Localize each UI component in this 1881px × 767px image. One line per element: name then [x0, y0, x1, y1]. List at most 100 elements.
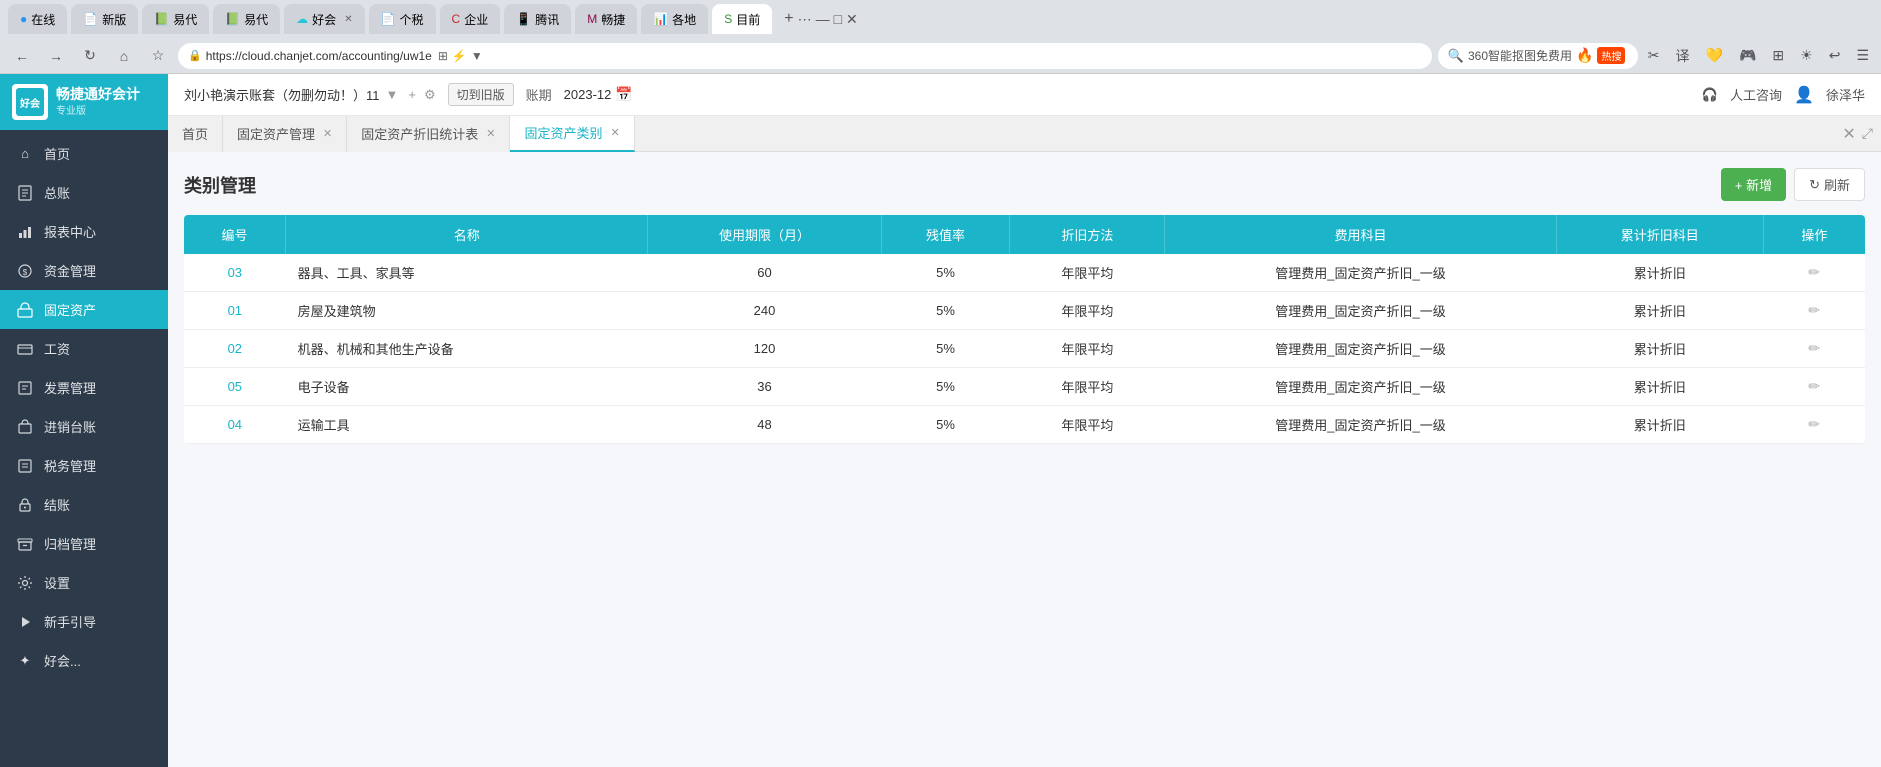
close-content-btn[interactable]: ✕: [1842, 124, 1855, 144]
browser-tab-qiye[interactable]: C 企业: [440, 4, 501, 34]
close-browser-btn[interactable]: ✕: [846, 11, 858, 28]
page-title-row: 类别管理 + 新增 ↻ 刷新: [184, 168, 1865, 201]
search-icon: 🔍: [1448, 48, 1464, 64]
reload-btn[interactable]: ↻: [76, 42, 104, 70]
main-area: 刘小艳演示账套（勿删勿动！）11 ▼ + ⚙ 切到旧版 账期 2023-12 📅…: [168, 74, 1881, 767]
grid-icon[interactable]: ⊞: [1768, 45, 1788, 66]
browser-tab-muqian[interactable]: S 目前: [712, 4, 772, 34]
tab-asset-category[interactable]: 固定资产类别 ✕: [510, 116, 634, 152]
sidebar-item-settings[interactable]: 设置: [0, 563, 168, 602]
sidebar-item-funds[interactable]: $ 资金管理: [0, 251, 168, 290]
calendar-icon[interactable]: 📅: [615, 86, 632, 103]
tab-home[interactable]: 首页: [168, 116, 223, 152]
game-icon[interactable]: 🎮: [1735, 45, 1760, 66]
consult-label[interactable]: 人工咨询: [1730, 85, 1782, 104]
sidebar-item-tax[interactable]: 税务管理: [0, 446, 168, 485]
logo-main: 畅捷通好会计: [56, 85, 140, 105]
scissors-icon[interactable]: ✂: [1644, 45, 1664, 66]
search-box[interactable]: 🔍 360智能抠图免费用 🔥 热搜: [1438, 43, 1638, 69]
undo-icon[interactable]: ↩: [1825, 45, 1845, 66]
sidebar-item-closing[interactable]: 结账: [0, 485, 168, 524]
edit-btn-2[interactable]: ✏: [1808, 340, 1820, 356]
cell-name-0: 器具、工具、家具等: [286, 254, 648, 292]
cell-accum-2: 累计折旧: [1556, 330, 1763, 368]
account-dropdown-icon[interactable]: ▼: [386, 87, 399, 102]
add-btn[interactable]: + 新增: [1721, 168, 1786, 201]
cell-method-2: 年限平均: [1010, 330, 1165, 368]
address-input[interactable]: 🔒 https://cloud.chanjet.com/accounting/u…: [178, 43, 1432, 69]
tab-close-fixed-assets-mgmt[interactable]: ✕: [323, 127, 332, 140]
user-name[interactable]: 徐泽华: [1826, 85, 1865, 104]
browser-tab-xinban[interactable]: 📄 新版: [71, 4, 138, 34]
switch-version-btn[interactable]: 切到旧版: [448, 83, 514, 106]
sidebar-item-label-settings: 设置: [44, 573, 70, 592]
restore-btn[interactable]: —: [816, 11, 830, 27]
sidebar-logo: 好会 畅捷通好会计 专业版: [0, 74, 168, 130]
maximize-content-btn[interactable]: ⤢: [1862, 125, 1873, 142]
sidebar-item-guide[interactable]: 新手引导: [0, 602, 168, 641]
sidebar-item-home[interactable]: ⌂ 首页: [0, 134, 168, 173]
edit-btn-1[interactable]: ✏: [1808, 302, 1820, 318]
logo-text: 畅捷通好会计 专业版: [56, 85, 140, 119]
sidebar-item-more[interactable]: ✦ 好会...: [0, 641, 168, 680]
maximize-btn[interactable]: □: [834, 11, 842, 27]
sidebar-item-archive[interactable]: 归档管理: [0, 524, 168, 563]
bookmark-btn[interactable]: ☆: [144, 42, 172, 70]
refresh-btn[interactable]: ↻ 刷新: [1794, 168, 1865, 201]
cell-name-1: 房屋及建筑物: [286, 292, 648, 330]
user-avatar-icon: 👤: [1794, 85, 1814, 105]
account-add-icon[interactable]: +: [408, 87, 416, 102]
cell-name-4: 运输工具: [286, 406, 648, 444]
cell-code-2: 02: [184, 330, 286, 368]
invoice-icon: [16, 379, 34, 397]
back-btn[interactable]: ←: [8, 42, 36, 70]
tab-settings-btn[interactable]: ⋯: [798, 11, 812, 28]
col-header-period: 使用期限（月）: [648, 215, 881, 254]
home-btn[interactable]: ⌂: [110, 42, 138, 70]
edit-btn-4[interactable]: ✏: [1808, 416, 1820, 432]
cell-code-1: 01: [184, 292, 286, 330]
cell-action-2: ✏: [1763, 330, 1865, 368]
browser-tab-changjie[interactable]: M 畅捷: [575, 4, 637, 34]
edit-btn-3[interactable]: ✏: [1808, 378, 1820, 394]
forward-btn[interactable]: →: [42, 42, 70, 70]
account-name: 刘小艳演示账套（勿删勿动！）11: [184, 85, 380, 104]
sidebar-item-invoice[interactable]: 发票管理: [0, 368, 168, 407]
new-tab-btn[interactable]: +: [784, 10, 793, 28]
browser-tab-yidai2[interactable]: 📗 易代: [213, 4, 280, 34]
cell-period-4: 48: [648, 406, 881, 444]
tab-close-asset-category[interactable]: ✕: [611, 126, 620, 139]
page-title: 类别管理: [184, 172, 256, 198]
sidebar-item-reports[interactable]: 报表中心: [0, 212, 168, 251]
cell-name-3: 电子设备: [286, 368, 648, 406]
site-tools-icon[interactable]: ⊞: [438, 49, 448, 63]
browser-tab-yidai1[interactable]: 📗 易代: [142, 4, 209, 34]
browser-tab-zaixin[interactable]: ● 在线: [8, 4, 67, 34]
browser-tab-tengxun[interactable]: 📱 腾讯: [504, 4, 571, 34]
wallet-icon[interactable]: 💛: [1702, 45, 1727, 66]
tab-depreciation-table[interactable]: 固定资产折旧统计表 ✕: [347, 116, 510, 152]
cell-residual-2: 5%: [881, 330, 1010, 368]
lightning-icon[interactable]: ⚡: [452, 49, 467, 63]
sidebar-item-fixed-assets[interactable]: 固定资产: [0, 290, 168, 329]
dropdown-arrow-icon[interactable]: ▼: [471, 49, 483, 63]
sidebar-item-label-archive: 归档管理: [44, 534, 96, 553]
tab-fixed-assets-mgmt[interactable]: 固定资产管理 ✕: [223, 116, 347, 152]
edit-btn-0[interactable]: ✏: [1808, 264, 1820, 280]
browser-tab-gesui[interactable]: 📄 个税: [369, 4, 436, 34]
browser-tab-gedi[interactable]: 📊 各地: [641, 4, 708, 34]
tab-close-depreciation[interactable]: ✕: [486, 127, 495, 140]
cell-action-3: ✏: [1763, 368, 1865, 406]
tab-close-haohui[interactable]: ✕: [344, 14, 352, 25]
browser-tab-haohui[interactable]: ☁ 好会 ✕: [284, 4, 364, 34]
translate-icon[interactable]: 译: [1672, 44, 1694, 68]
sidebar-item-salary[interactable]: 工资: [0, 329, 168, 368]
brightness-icon[interactable]: ☀: [1796, 45, 1817, 66]
action-btns: + 新增 ↻ 刷新: [1721, 168, 1865, 201]
account-settings-icon[interactable]: ⚙: [424, 87, 436, 103]
sidebar-item-ledger[interactable]: 总账: [0, 173, 168, 212]
cell-expense-1: 管理费用_固定资产折旧_一级: [1165, 292, 1556, 330]
sidebar-item-inventory[interactable]: 进销台账: [0, 407, 168, 446]
app-wrapper: 好会 畅捷通好会计 专业版 ⌂ 首页 总账 报表中心: [0, 74, 1881, 767]
menu-icon[interactable]: ☰: [1852, 45, 1873, 66]
